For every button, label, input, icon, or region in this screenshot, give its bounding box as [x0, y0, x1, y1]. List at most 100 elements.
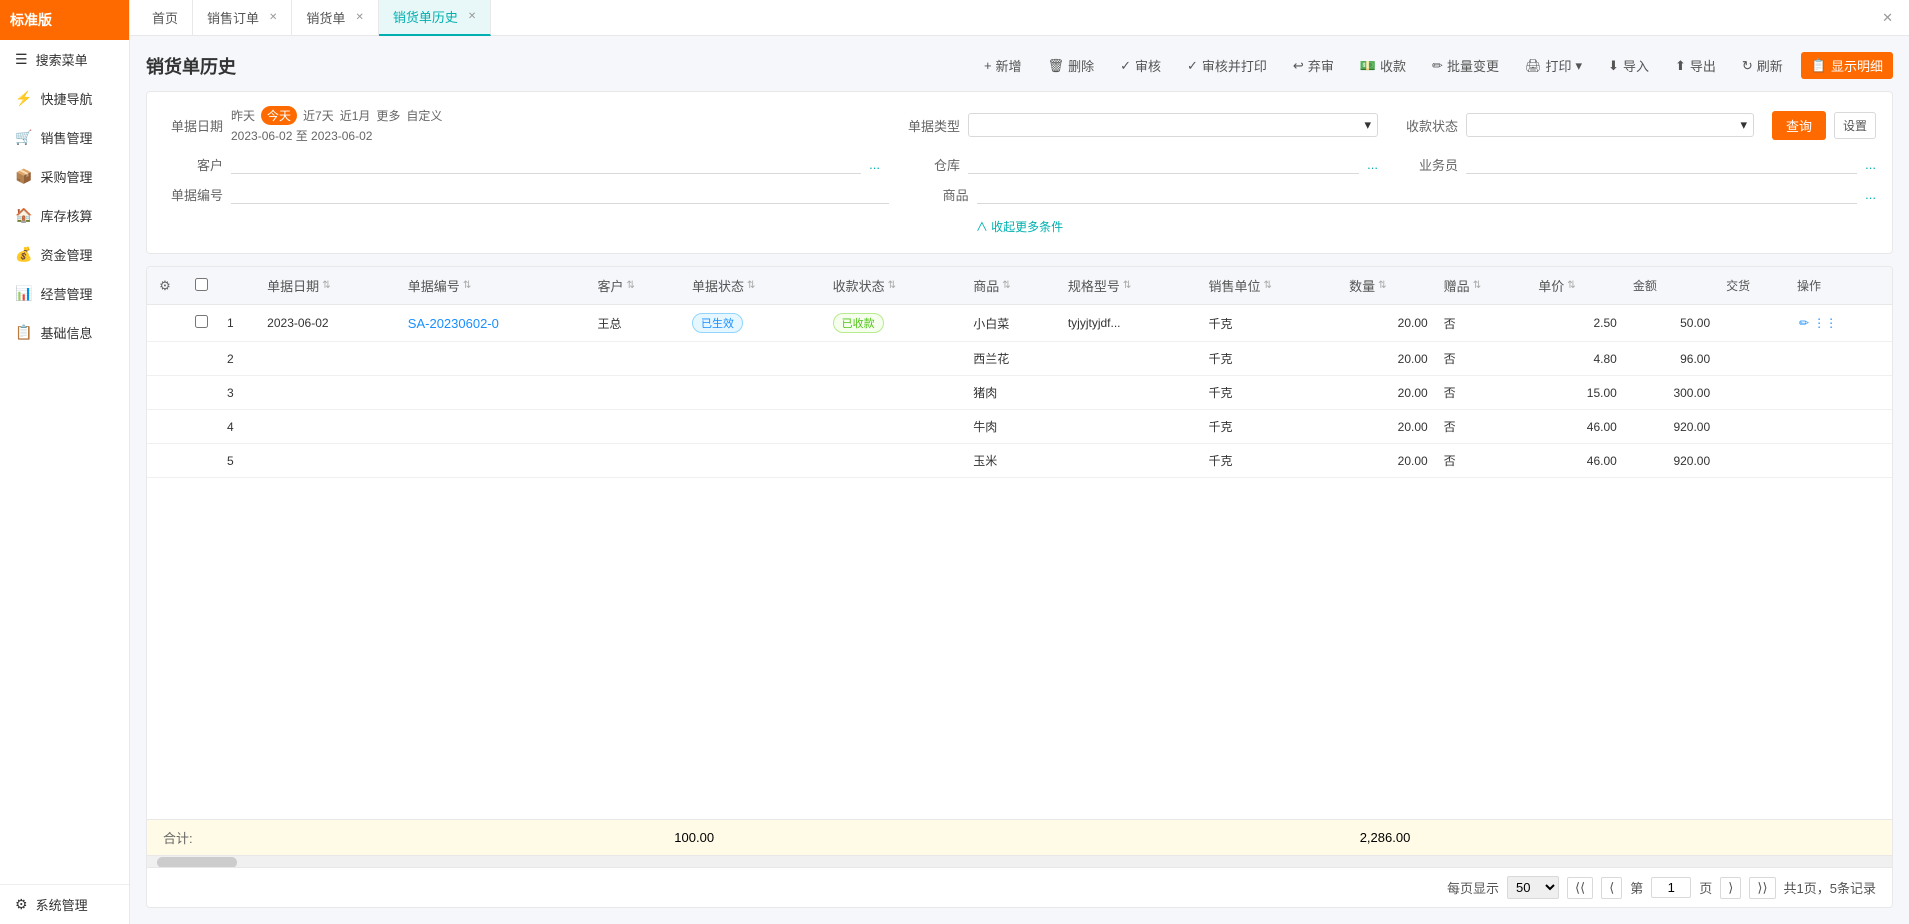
cell-doc-no: SA-20230602-0 — [400, 305, 590, 342]
salesperson-dots[interactable]: ... — [1865, 157, 1876, 172]
sidebar-item-finance[interactable]: 💰 资金管理 — [0, 235, 129, 274]
sidebar-item-operations[interactable]: 📊 经营管理 — [0, 274, 129, 313]
cell-transaction — [1718, 444, 1789, 478]
cell-unit-price: 4.80 — [1530, 342, 1625, 376]
shortcut-today[interactable]: 今天 — [261, 106, 297, 125]
cell-qty: 20.00 — [1341, 410, 1436, 444]
query-button[interactable]: 查询 — [1772, 111, 1826, 140]
sidebar-item-inventory[interactable]: 🏠 库存核算 — [0, 196, 129, 235]
page-title: 销货单历史 — [146, 53, 236, 79]
product-dots[interactable]: ... — [1865, 187, 1876, 202]
date-label: 单据日期 — [163, 116, 223, 135]
per-page-select[interactable]: 50 100 200 — [1507, 876, 1559, 899]
page-input[interactable] — [1651, 877, 1691, 898]
payment-status-select[interactable]: ▾ — [1466, 113, 1754, 137]
th-unit-price[interactable]: 单价 ⇅ — [1530, 267, 1625, 305]
th-unit[interactable]: 销售单位 ⇅ — [1200, 267, 1341, 305]
show-detail-button[interactable]: 📋 显示明细 — [1801, 52, 1893, 79]
th-gift[interactable]: 赠品 ⇅ — [1436, 267, 1531, 305]
th-product[interactable]: 商品 ⇅ — [965, 267, 1060, 305]
cell-unit-price: 46.00 — [1530, 410, 1625, 444]
customer-dots[interactable]: ... — [869, 157, 880, 172]
sidebar-item-sys-mgmt[interactable]: ⚙ 系统管理 — [0, 885, 129, 924]
import-button[interactable]: ⬇ 导入 — [1600, 52, 1657, 79]
doc-no-input[interactable] — [231, 184, 889, 204]
toolbar: + 新增 🗑 删除 ✓ 审核 ✓ 审核并打印 ↩ 弃审 — [976, 52, 1893, 79]
sidebar-item-quick-nav[interactable]: ⚡ 快捷导航 — [0, 79, 129, 118]
filter-collapse-btn[interactable]: ∧ 收起更多条件 — [163, 214, 1876, 239]
shortcut-7days[interactable]: 近7天 — [303, 107, 334, 124]
sidebar-item-purchase-mgmt[interactable]: 📦 采购管理 — [0, 157, 129, 196]
status-badge-payment: 已收款 — [833, 313, 884, 333]
abandon-button[interactable]: ↩ 弃审 — [1285, 52, 1342, 79]
shortcut-custom[interactable]: 自定义 — [406, 107, 442, 124]
audit-print-icon: ✓ — [1187, 58, 1198, 74]
sidebar-item-label: 销售管理 — [40, 128, 92, 147]
tab-sales-order[interactable]: 销售订单 ✕ — [193, 0, 292, 36]
cell-product: 牛肉 — [965, 410, 1060, 444]
product-input[interactable] — [977, 184, 1858, 204]
warehouse-input[interactable] — [968, 154, 1359, 174]
row-settings — [147, 410, 183, 444]
customer-input[interactable] — [231, 154, 861, 174]
scrollbar[interactable] — [147, 855, 1892, 867]
select-all-checkbox[interactable] — [195, 278, 208, 291]
th-spec[interactable]: 规格型号 ⇅ — [1060, 267, 1201, 305]
sidebar-item-search-menu[interactable]: ☰ 搜索菜单 — [0, 40, 129, 79]
audit-button[interactable]: ✓ 审核 — [1112, 52, 1169, 79]
th-payment-status[interactable]: 收款状态 ⇅ — [825, 267, 966, 305]
warehouse-dots[interactable]: ... — [1367, 157, 1378, 172]
shortcut-more[interactable]: 更多 — [376, 107, 400, 124]
tab-close-sales-history[interactable]: ✕ — [468, 11, 476, 22]
prev-page-btn[interactable]: ⟨ — [1601, 877, 1622, 899]
th-customer[interactable]: 客户 ⇅ — [589, 267, 684, 305]
shortcut-yesterday[interactable]: 昨天 — [231, 107, 255, 124]
settings-icon[interactable]: ⚙ — [159, 278, 171, 293]
tab-sales-history[interactable]: 销货单历史 ✕ — [379, 0, 491, 36]
shortcut-1month[interactable]: 近1月 — [340, 107, 371, 124]
sidebar: 标准版 ☰ 搜索菜单 ⚡ 快捷导航 🛒 销售管理 📦 采购管理 🏠 库存核算 💰… — [0, 0, 130, 924]
refresh-button[interactable]: ↻ 刷新 — [1734, 52, 1791, 79]
cell-payment-status — [825, 410, 966, 444]
delete-button[interactable]: 🗑 删除 — [1040, 52, 1103, 79]
export-button[interactable]: ⬆ 导出 — [1667, 52, 1724, 79]
batch-change-button[interactable]: ✏ 批量变更 — [1424, 52, 1507, 79]
th-doc-status[interactable]: 单据状态 ⇅ — [684, 267, 825, 305]
tabbar-close-all[interactable]: ✕ — [1874, 6, 1901, 30]
table-row: 5 玉米千克20.00否46.00920.00 — [147, 444, 1892, 478]
tab-sales-delivery[interactable]: 销货单 ✕ — [292, 0, 378, 36]
settings-button[interactable]: 设置 — [1834, 112, 1876, 139]
row-checkbox[interactable] — [195, 315, 208, 328]
edit-action[interactable]: ✏ — [1799, 316, 1809, 330]
th-doc-no[interactable]: 单据编号 ⇅ — [400, 267, 590, 305]
th-qty[interactable]: 数量 ⇅ — [1341, 267, 1436, 305]
doc-type-select[interactable]: ▾ — [968, 113, 1378, 137]
new-button[interactable]: + 新增 — [976, 52, 1030, 79]
sidebar-item-basic-info[interactable]: 📋 基础信息 — [0, 313, 129, 352]
row-no: 4 — [219, 410, 259, 444]
print-button[interactable]: 🖨 打印 ▾ — [1517, 52, 1590, 79]
collect-button[interactable]: 💵 收款 — [1352, 52, 1414, 79]
doc-type-label: 单据类型 — [900, 116, 960, 135]
more-action[interactable]: ⋮⋮ — [1813, 316, 1837, 330]
next-page-btn[interactable]: ⟩ — [1720, 877, 1741, 899]
salesperson-input[interactable] — [1466, 154, 1857, 174]
row-check — [183, 410, 219, 444]
show-detail-icon: 📋 — [1811, 58, 1827, 74]
tab-close-sales-delivery[interactable]: ✕ — [355, 12, 363, 23]
salesperson-label: 业务员 — [1398, 155, 1458, 174]
basic-info-icon: 📋 — [15, 324, 32, 341]
total-info: 共1页，5条记录 — [1784, 878, 1876, 897]
th-doc-date[interactable]: 单据日期 ⇅ — [259, 267, 400, 305]
first-page-btn[interactable]: ⟨⟨ — [1567, 877, 1593, 899]
cell-amount: 50.00 — [1625, 305, 1718, 342]
filter-date: 单据日期 昨天 今天 近7天 近1月 更多 自定义 2023-06-02 至 2… — [163, 106, 880, 144]
summary-label: 合计: — [163, 828, 193, 847]
sidebar-item-sales-mgmt[interactable]: 🛒 销售管理 — [0, 118, 129, 157]
cell-qty: 20.00 — [1341, 342, 1436, 376]
cell-doc-status — [684, 444, 825, 478]
tab-home[interactable]: 首页 — [138, 0, 193, 36]
tab-close-sales-order[interactable]: ✕ — [269, 12, 277, 23]
last-page-btn[interactable]: ⟩⟩ — [1749, 877, 1775, 899]
audit-print-button[interactable]: ✓ 审核并打印 — [1179, 52, 1275, 79]
